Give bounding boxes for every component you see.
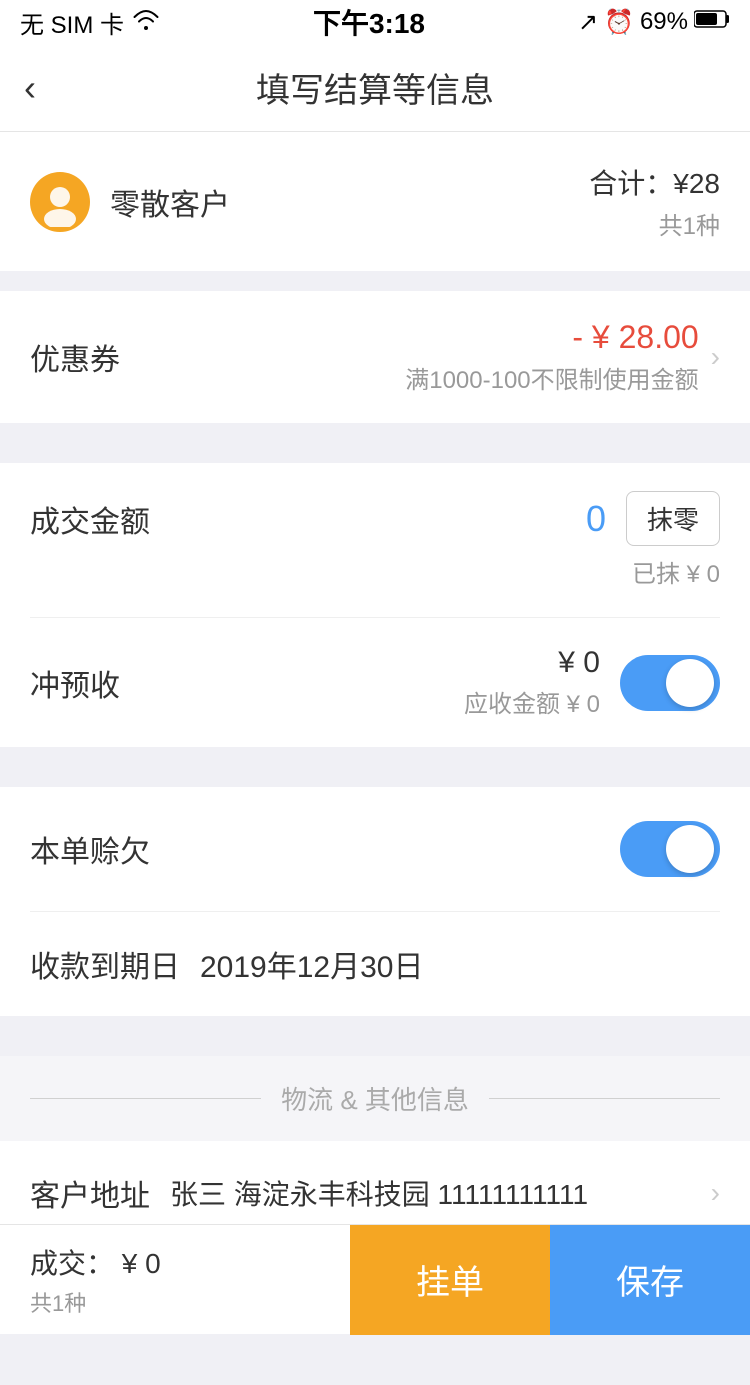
coupon-right: - ¥ 28.00 满1000-100不限制使用金额 › [405, 319, 720, 395]
sep-line-left [30, 1098, 261, 1099]
save-button[interactable]: 保存 [550, 1225, 750, 1335]
deal-amount-top: 成交金额 0 抹零 [30, 491, 720, 546]
deal-amount-right: 0 抹零 [586, 491, 720, 546]
hold-button[interactable]: 挂单 [350, 1225, 550, 1335]
customer-left: 零散客户 [30, 172, 230, 232]
bottom-deal: 成交： ¥ 0 [30, 1242, 320, 1282]
prepay-value: ¥ 0 [464, 646, 600, 680]
location-icon: ↗ [578, 8, 598, 37]
logistics-separator: 物流 & 其他信息 [0, 1056, 750, 1141]
customer-total: 合计：¥28 [589, 162, 720, 202]
nav-title: 填写结算等信息 [256, 63, 494, 112]
due-date-label: 收款到期日 [30, 942, 180, 986]
status-right: ↗ ⏰ 69% [578, 8, 730, 37]
customer-row: 零散客户 合计：¥28 共1种 [0, 132, 750, 271]
deal-prepay-card: 成交金额 0 抹零 已抹 ¥ 0 冲预收 ¥ 0 应收金额 ¥ 0 [0, 463, 750, 747]
deal-amount-row: 成交金额 0 抹零 已抹 ¥ 0 [0, 463, 750, 617]
deal-amount-value[interactable]: 0 [586, 498, 606, 540]
back-button[interactable]: ‹ [24, 67, 36, 109]
section-break-2 [0, 767, 750, 787]
bottom-bar: 成交： ¥ 0 共1种 挂单 保存 [0, 1224, 750, 1334]
prepay-sub: 应收金额 ¥ 0 [464, 684, 600, 719]
address-value: 张三 海淀永丰科技园 11111111111 [170, 1173, 711, 1213]
sep-line-right [489, 1098, 720, 1099]
battery-icon [694, 8, 730, 36]
prepay-toggle[interactable] [620, 655, 720, 711]
bottom-deal-label: 成交： [30, 1248, 114, 1279]
logistics-sep-text: 物流 & 其他信息 [281, 1080, 469, 1117]
coupon-value: - ¥ 28.00 [405, 319, 698, 356]
round-zero-button[interactable]: 抹零 [626, 491, 720, 546]
coupon-chevron-icon: › [711, 341, 720, 373]
credit-card: 本单赊欠 收款到期日 2019年12月30日 [0, 787, 750, 1016]
section-break-1 [0, 443, 750, 463]
coupon-sub: 满1000-100不限制使用金额 [405, 360, 698, 395]
status-bar: 无 SIM 卡 下午3:18 ↗ ⏰ 69% [0, 0, 750, 44]
bottom-deal-value: ¥ 0 [122, 1248, 161, 1279]
wifi-icon [132, 8, 160, 37]
nav-bar: ‹ 填写结算等信息 [0, 44, 750, 132]
coupon-label: 优惠券 [30, 335, 120, 379]
coupon-row[interactable]: 优惠券 - ¥ 28.00 满1000-100不限制使用金额 › [0, 291, 750, 423]
deal-amount-label: 成交金额 [30, 497, 150, 541]
prepay-label: 冲预收 [30, 661, 120, 705]
coupon-value-area: - ¥ 28.00 满1000-100不限制使用金额 [405, 319, 698, 395]
customer-right: 合计：¥28 共1种 [589, 162, 720, 241]
prepay-row: 冲预收 ¥ 0 应收金额 ¥ 0 [0, 618, 750, 747]
status-time: 下午3:18 [313, 2, 425, 42]
section-break-3 [0, 1036, 750, 1056]
prepay-right: ¥ 0 应收金额 ¥ 0 [464, 646, 720, 719]
content: 零散客户 合计：¥28 共1种 优惠券 - ¥ 28.00 满1000-100不… [0, 132, 750, 1385]
alarm-icon: ⏰ [604, 8, 634, 37]
customer-count: 共1种 [589, 206, 720, 241]
coupon-card[interactable]: 优惠券 - ¥ 28.00 满1000-100不限制使用金额 › [0, 291, 750, 423]
credit-row: 本单赊欠 [0, 787, 750, 911]
prepay-value-area: ¥ 0 应收金额 ¥ 0 [464, 646, 600, 719]
bottom-count: 共1种 [30, 1286, 320, 1318]
customer-card: 零散客户 合计：¥28 共1种 [0, 132, 750, 271]
credit-toggle-knob [666, 825, 714, 873]
customer-name: 零散客户 [110, 180, 230, 224]
bottom-info: 成交： ¥ 0 共1种 [0, 1242, 350, 1318]
battery-percent: 69% [640, 8, 688, 36]
prepay-toggle-knob [666, 659, 714, 707]
credit-label: 本单赊欠 [30, 827, 150, 871]
deal-amount-sub: 已抹 ¥ 0 [30, 554, 720, 589]
customer-avatar [30, 172, 90, 232]
address-label: 客户地址 [30, 1171, 150, 1215]
due-date-value: 2019年12月30日 [200, 942, 423, 986]
due-date-row: 收款到期日 2019年12月30日 [0, 912, 750, 1016]
address-chevron-icon: › [711, 1177, 720, 1209]
credit-toggle[interactable] [620, 821, 720, 877]
status-left: 无 SIM 卡 [20, 5, 160, 40]
no-sim-label: 无 SIM 卡 [20, 5, 124, 40]
